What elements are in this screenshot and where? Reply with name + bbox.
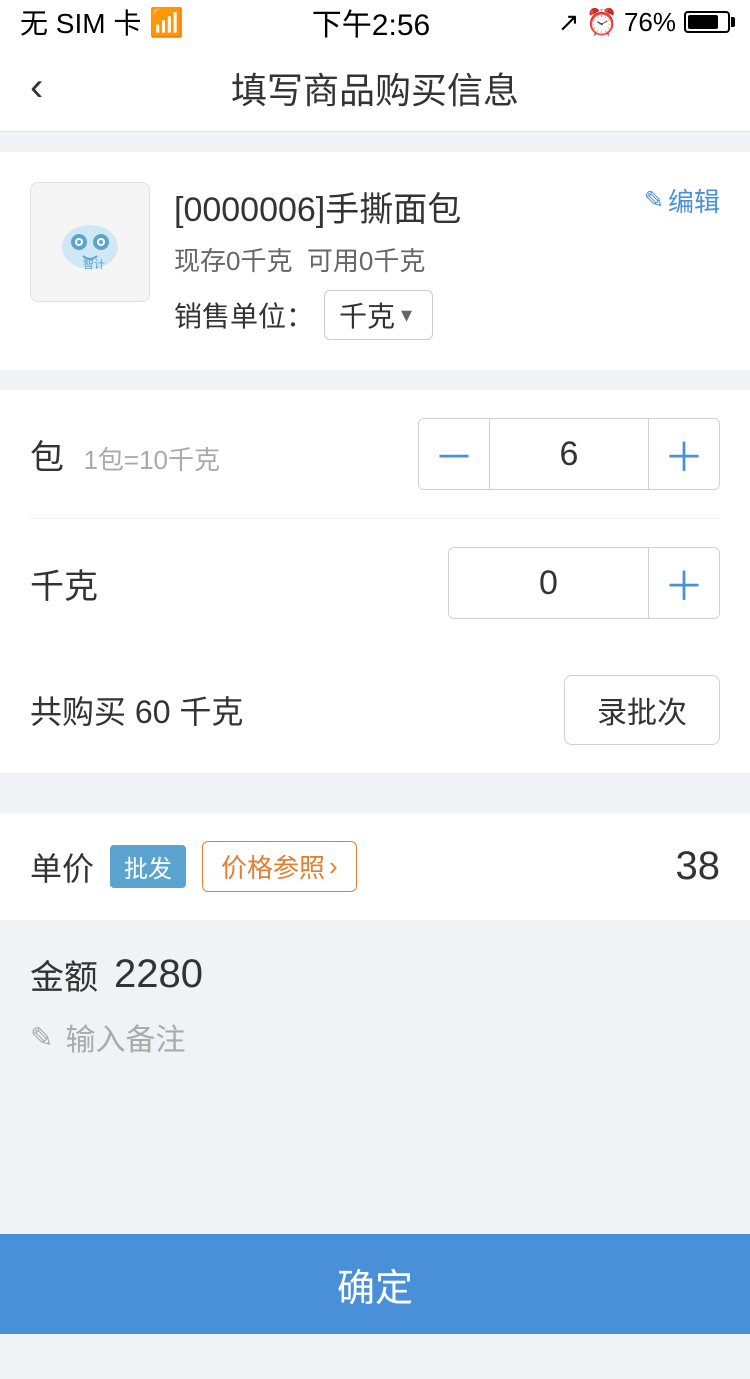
price-section: 单价 批发 价格参照 › 38 bbox=[0, 813, 750, 920]
kg-label: 千克 bbox=[30, 559, 448, 608]
quantity-section: 包 1包=10千克 － ＋ 千克 ＋ bbox=[0, 390, 750, 647]
edit-icon: ✎ bbox=[644, 186, 664, 215]
carrier-text: 无 SIM 卡 bbox=[20, 2, 141, 42]
product-stock: 现存0千克 可用0千克 bbox=[174, 241, 720, 278]
battery-icon bbox=[684, 11, 730, 33]
pack-row: 包 1包=10千克 － ＋ bbox=[30, 390, 720, 519]
kg-plus-button[interactable]: ＋ bbox=[649, 548, 719, 618]
edit-button[interactable]: ✎ 编辑 bbox=[644, 182, 720, 219]
unit-dropdown[interactable]: 千克 bbox=[324, 290, 433, 340]
wifi-icon: 📶 bbox=[149, 6, 184, 39]
pack-qty-control: － ＋ bbox=[418, 418, 720, 490]
confirm-button[interactable]: 确定 bbox=[0, 1234, 750, 1334]
amount-value: 2280 bbox=[114, 952, 203, 997]
note-placeholder: 输入备注 bbox=[65, 1015, 185, 1059]
divider-2 bbox=[0, 773, 750, 793]
pack-plus-button[interactable]: ＋ bbox=[649, 419, 719, 489]
price-ref-arrow: › bbox=[329, 851, 338, 882]
divider-1 bbox=[0, 370, 750, 390]
product-card: 智计 [0000006]手撕面包 现存0千克 可用0千克 销售单位： 千克 ✎ … bbox=[0, 152, 750, 370]
svg-text:智计: 智计 bbox=[83, 257, 105, 271]
back-button[interactable]: ‹ bbox=[30, 65, 43, 110]
alarm-icon: ⏰ bbox=[586, 7, 618, 38]
pack-quantity-input[interactable] bbox=[489, 419, 649, 489]
amount-label: 金额 bbox=[30, 950, 98, 999]
kg-quantity-input[interactable] bbox=[449, 548, 649, 618]
product-unit-row: 销售单位： 千克 bbox=[174, 290, 720, 340]
page-title: 填写商品购买信息 bbox=[231, 62, 519, 114]
status-left: 无 SIM 卡 📶 bbox=[20, 2, 184, 42]
price-label: 单价 bbox=[30, 844, 94, 890]
price-ref-button[interactable]: 价格参照 › bbox=[202, 841, 357, 892]
kg-qty-control: ＋ bbox=[448, 547, 720, 619]
spacer bbox=[0, 1079, 750, 1379]
pack-minus-button[interactable]: － bbox=[419, 419, 489, 489]
summary-text: 共购买 60 千克 bbox=[30, 687, 243, 733]
product-thumbnail: 智计 bbox=[30, 182, 150, 302]
price-value: 38 bbox=[676, 844, 721, 889]
status-time: 下午2:56 bbox=[312, 0, 430, 44]
status-right: ↗ ⏰ 76% bbox=[558, 7, 730, 38]
pack-hint: 1包=10千克 bbox=[83, 445, 220, 475]
battery-percent: 76% bbox=[624, 7, 676, 38]
note-icon: ✎ bbox=[30, 1021, 53, 1054]
unit-label: 销售单位： bbox=[174, 295, 314, 335]
pack-label: 包 1包=10千克 bbox=[30, 430, 418, 479]
batch-button[interactable]: 录批次 bbox=[564, 675, 720, 745]
status-bar: 无 SIM 卡 📶 下午2:56 ↗ ⏰ 76% bbox=[0, 0, 750, 44]
note-row[interactable]: ✎ 输入备注 bbox=[30, 1015, 720, 1059]
amount-section: 金额 2280 ✎ 输入备注 bbox=[0, 920, 750, 1079]
amount-row: 金额 2280 bbox=[30, 950, 720, 999]
nav-bar: ‹ 填写商品购买信息 bbox=[0, 44, 750, 132]
summary-section: 共购买 60 千克 录批次 bbox=[0, 647, 750, 773]
product-info: [0000006]手撕面包 现存0千克 可用0千克 销售单位： 千克 bbox=[174, 182, 720, 340]
price-tag: 批发 bbox=[110, 845, 186, 888]
kg-row: 千克 ＋ bbox=[30, 519, 720, 647]
product-name: [0000006]手撕面包 bbox=[174, 182, 720, 231]
location-icon: ↗ bbox=[558, 7, 580, 38]
